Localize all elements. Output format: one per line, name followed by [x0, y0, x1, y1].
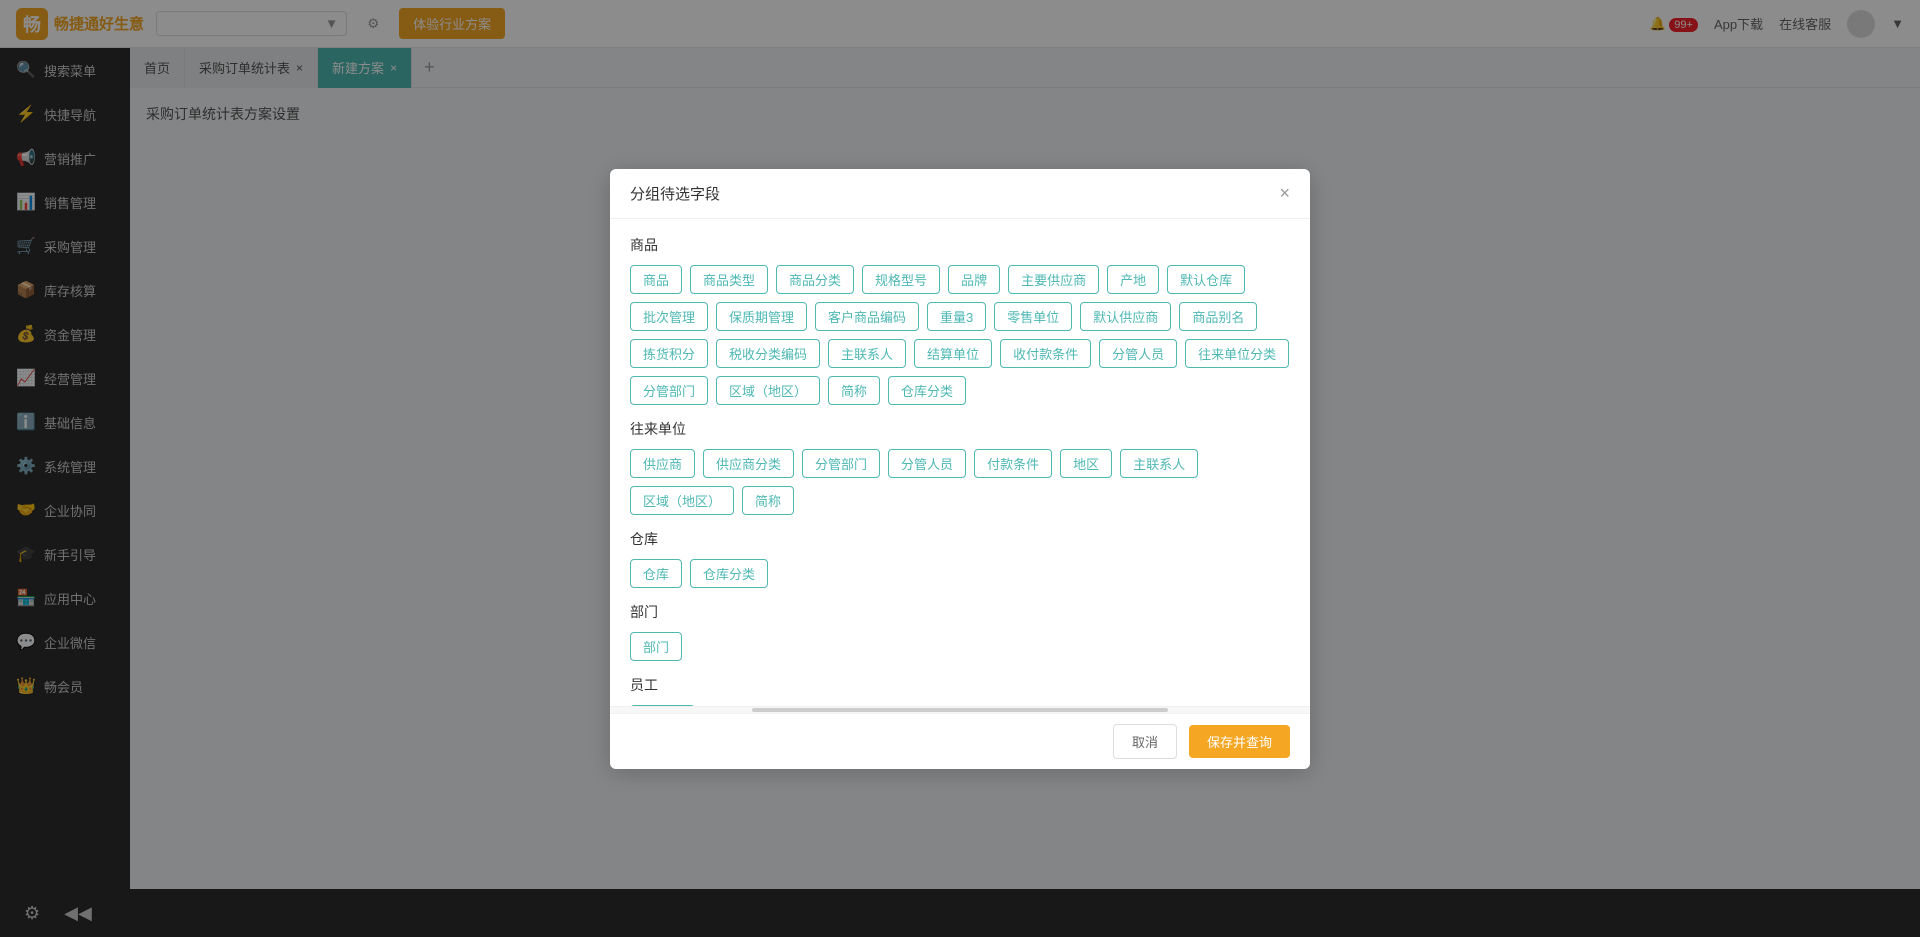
field-tag[interactable]: 区域（地区） [630, 486, 734, 515]
field-tag[interactable]: 区域（地区） [716, 376, 820, 405]
field-tag[interactable]: 分管部门 [802, 449, 880, 478]
field-tag[interactable]: 主联系人 [828, 339, 906, 368]
field-tag[interactable]: 规格型号 [862, 265, 940, 294]
group-title-product: 商品 [630, 235, 1290, 255]
field-tag[interactable]: 零售单位 [994, 302, 1072, 331]
group-title-warehouse: 仓库 [630, 529, 1290, 549]
field-tag[interactable]: 供应商 [630, 449, 695, 478]
field-tag[interactable]: 简称 [828, 376, 880, 405]
field-tag[interactable]: 结算单位 [914, 339, 992, 368]
cancel-button[interactable]: 取消 [1113, 724, 1177, 759]
field-tag[interactable]: 保质期管理 [716, 302, 807, 331]
field-tag[interactable]: 分管部门 [630, 376, 708, 405]
field-tag[interactable]: 主要供应商 [1008, 265, 1099, 294]
group-title-department: 部门 [630, 602, 1290, 622]
dialog-header: 分组待选字段 × [610, 169, 1310, 219]
field-tag[interactable]: 品牌 [948, 265, 1000, 294]
fields-grid-department: 部门 [630, 632, 1290, 661]
field-tag[interactable]: 仓库分类 [690, 559, 768, 588]
dialog-hscroll [610, 706, 1310, 712]
field-tag[interactable]: 商品分类 [776, 265, 854, 294]
fields-grid-partner: 供应商 供应商分类 分管部门 分管人员 付款条件 地区 主联系人 区域（地区） … [630, 449, 1290, 515]
field-tag[interactable]: 地区 [1060, 449, 1112, 478]
field-tag[interactable]: 主联系人 [1120, 449, 1198, 478]
field-tag[interactable]: 默认供应商 [1080, 302, 1171, 331]
hscroll-thumb[interactable] [752, 708, 1167, 712]
field-tag[interactable]: 仓库分类 [888, 376, 966, 405]
dialog-close-button[interactable]: × [1279, 183, 1290, 204]
fields-grid-product: 商品 商品类型 商品分类 规格型号 品牌 主要供应商 产地 默认仓库 批次管理 … [630, 265, 1290, 405]
field-tag[interactable]: 税收分类编码 [716, 339, 820, 368]
field-tag[interactable]: 供应商分类 [703, 449, 794, 478]
field-tag[interactable]: 默认仓库 [1167, 265, 1245, 294]
field-tag[interactable]: 产地 [1107, 265, 1159, 294]
field-tag[interactable]: 商品 [630, 265, 682, 294]
field-select-dialog: 分组待选字段 × 商品 商品 商品类型 商品分类 规格型号 品牌 主要供应商 产… [610, 169, 1310, 769]
field-tag[interactable]: 拣货积分 [630, 339, 708, 368]
group-title-partner: 往来单位 [630, 419, 1290, 439]
field-tag[interactable]: 客户商品编码 [815, 302, 919, 331]
field-tag[interactable]: 重量3 [927, 302, 986, 331]
confirm-button[interactable]: 保存并查询 [1189, 725, 1290, 758]
field-tag[interactable]: 部门 [630, 632, 682, 661]
dialog-title: 分组待选字段 [630, 183, 720, 204]
field-tag[interactable]: 分管人员 [888, 449, 966, 478]
fields-grid-warehouse: 仓库 仓库分类 [630, 559, 1290, 588]
dialog-body: 商品 商品 商品类型 商品分类 规格型号 品牌 主要供应商 产地 默认仓库 批次… [610, 219, 1310, 707]
field-tag[interactable]: 收付款条件 [1000, 339, 1091, 368]
field-tag[interactable]: 付款条件 [974, 449, 1052, 478]
group-title-employee: 员工 [630, 675, 1290, 695]
field-tag[interactable]: 仓库 [630, 559, 682, 588]
field-tag[interactable]: 分管人员 [1099, 339, 1177, 368]
field-tag[interactable]: 商品别名 [1179, 302, 1257, 331]
field-tag[interactable]: 简称 [742, 486, 794, 515]
field-tag[interactable]: 批次管理 [630, 302, 708, 331]
field-tag[interactable]: 商品类型 [690, 265, 768, 294]
dialog-footer: 取消 保存并查询 [610, 713, 1310, 769]
field-tag[interactable]: 往来单位分类 [1185, 339, 1289, 368]
